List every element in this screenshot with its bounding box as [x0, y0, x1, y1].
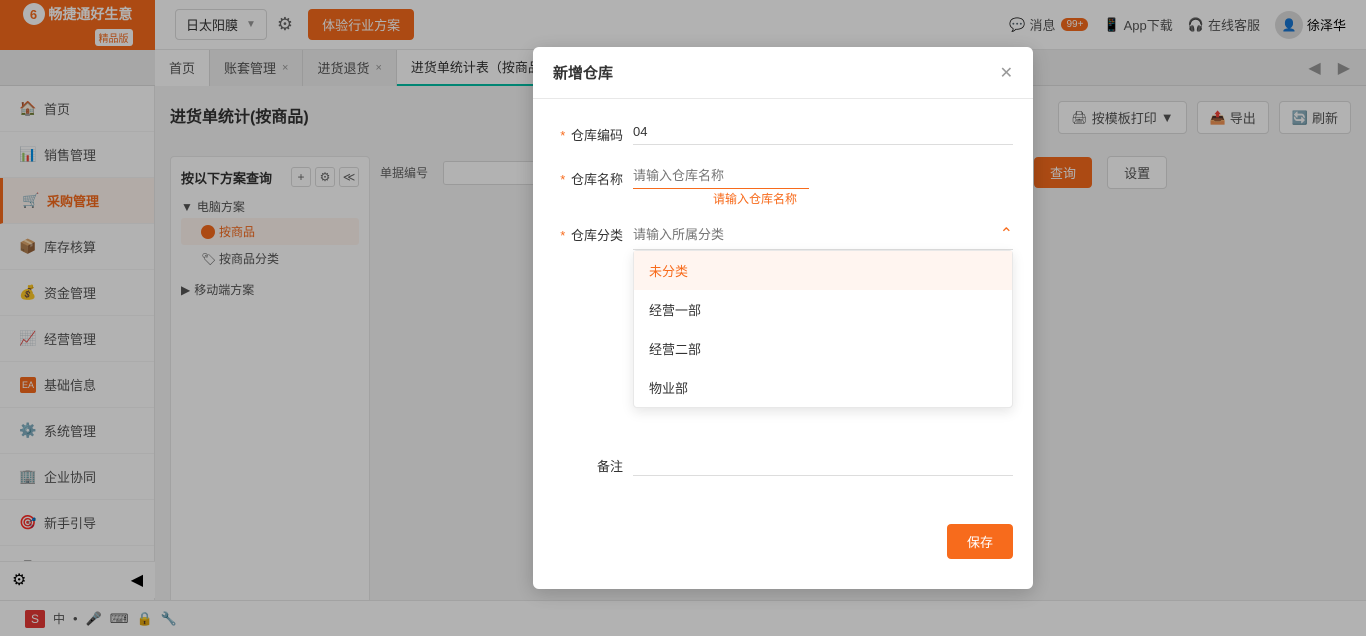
warehouse-code-row: * 仓库编码 [553, 119, 1013, 145]
warehouse-name-input[interactable] [633, 163, 809, 189]
dropdown-item-property[interactable]: 物业部 [634, 368, 1012, 407]
required-mark-name: * [560, 172, 565, 187]
warehouse-category-label: * 仓库分类 [553, 219, 633, 244]
modal-header: 新增仓库 ✕ [533, 47, 1033, 99]
required-mark-code: * [560, 128, 565, 143]
modal-body: * 仓库编码 * 仓库名称 请输入仓库名称 * 仓库分类 [533, 99, 1033, 514]
new-warehouse-modal: 新增仓库 ✕ * 仓库编码 * 仓库名称 请输入仓库名称 * [533, 47, 1033, 589]
warehouse-name-label: * 仓库名称 [553, 163, 633, 188]
required-mark-category: * [560, 228, 565, 243]
warehouse-category-row: * 仓库分类 ⌃ 未分类 经营一部 经营二部 物业部 [553, 219, 1013, 250]
dropdown-item-uncategorized[interactable]: 未分类 [634, 251, 1012, 290]
warehouse-name-row: * 仓库名称 请输入仓库名称 [553, 163, 1013, 189]
warehouse-code-label: * 仓库编码 [553, 119, 633, 144]
warehouse-code-input[interactable] [633, 119, 1013, 145]
modal-title: 新增仓库 [553, 62, 613, 83]
warehouse-notes-label: 备注 [553, 450, 633, 475]
category-input[interactable] [633, 227, 1000, 242]
dropdown-item-ops2[interactable]: 经营二部 [634, 329, 1012, 368]
dropdown-item-ops1[interactable]: 经营一部 [634, 290, 1012, 329]
warehouse-name-error: 请输入仓库名称 [713, 190, 797, 207]
save-button[interactable]: 保存 [947, 524, 1013, 559]
modal-footer: 保存 [533, 514, 1033, 559]
warehouse-category-wrap: ⌃ 未分类 经营一部 经营二部 物业部 [633, 219, 1013, 250]
modal-close-button[interactable]: ✕ [1000, 63, 1013, 83]
warehouse-notes-row: 备注 [553, 450, 1013, 476]
category-dropdown-list: 未分类 经营一部 经营二部 物业部 [633, 250, 1013, 408]
warehouse-notes-input[interactable] [633, 450, 1013, 476]
warehouse-name-wrap: 请输入仓库名称 [633, 163, 1013, 189]
category-dropdown-trigger[interactable]: ⌃ [633, 219, 1013, 250]
category-toggle-icon: ⌃ [1000, 224, 1013, 244]
